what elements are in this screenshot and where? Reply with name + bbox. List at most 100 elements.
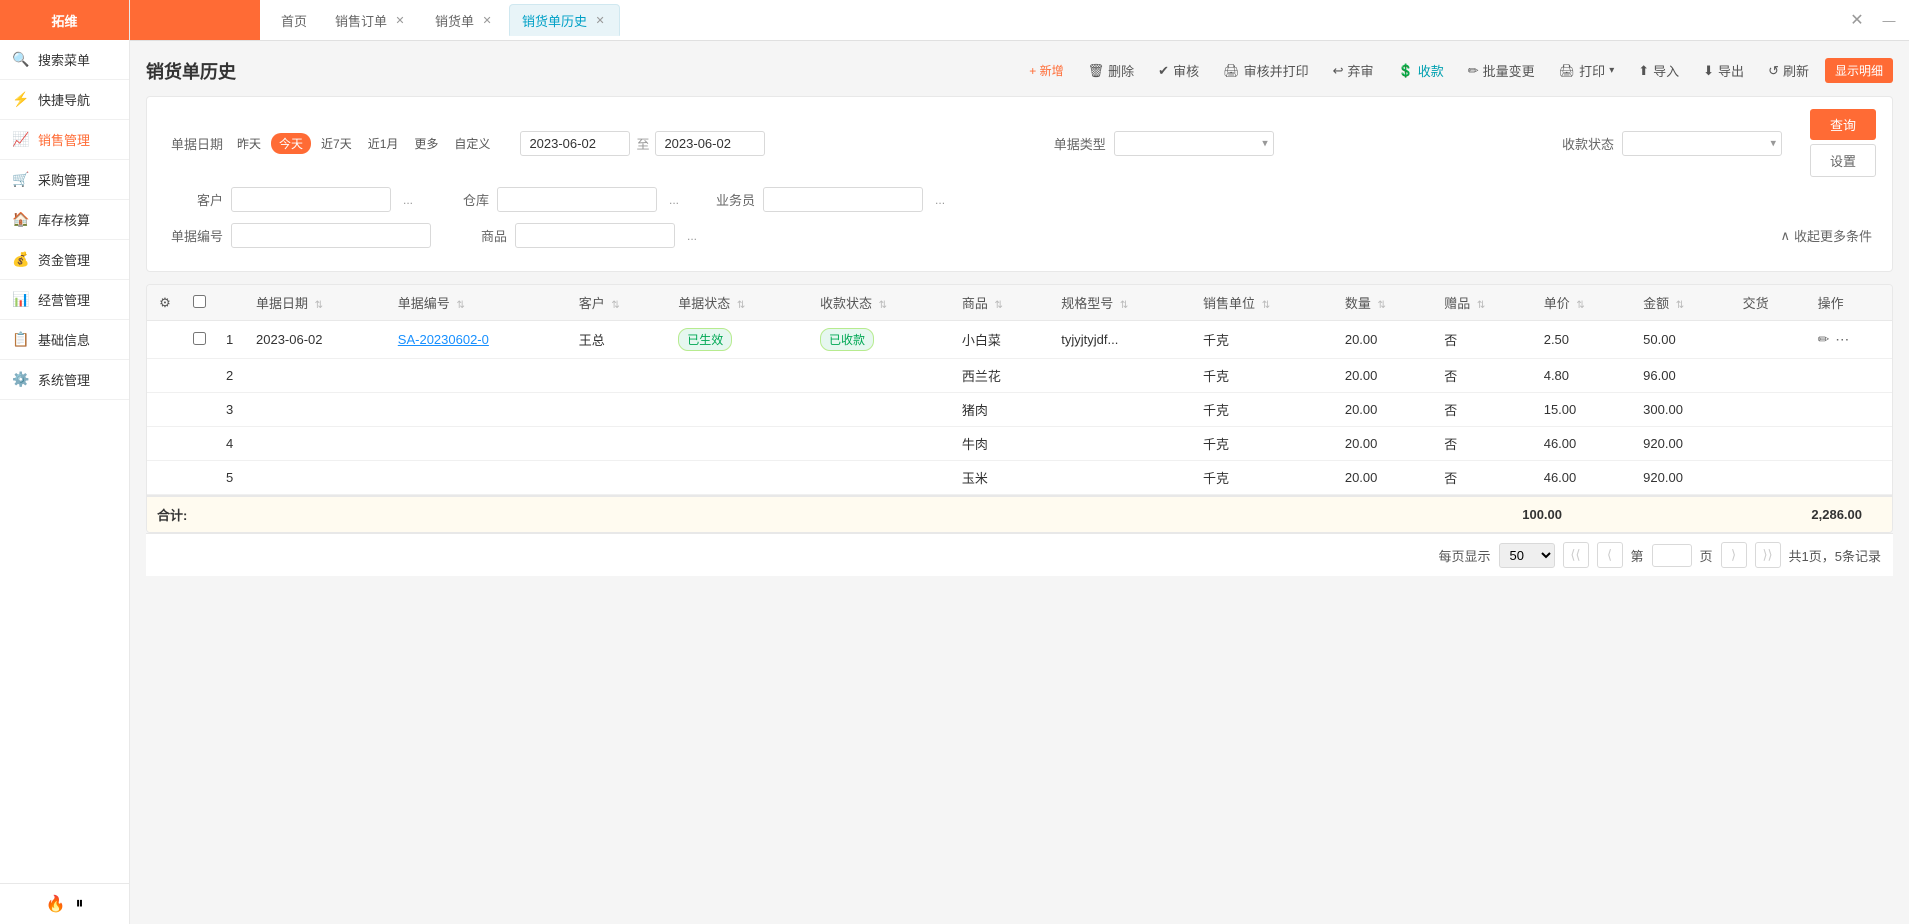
product-picker[interactable]: ... [687,229,697,243]
date-btn-custom[interactable]: 自定义 [448,133,496,154]
date-label: 单据日期 [163,134,223,153]
col-date[interactable]: 单据日期 ⇅ [246,285,388,321]
date-btn-today[interactable]: 今天 [271,133,311,154]
col-unit-price-sort-icon: ⇅ [1576,300,1584,311]
abandon-button[interactable]: ↩ 弃审 [1325,57,1382,84]
sidebar-item-sales-mgmt[interactable]: 📈 销售管理 [0,120,129,160]
sidebar-bottom-icon1[interactable]: 🔥 [46,894,66,914]
col-unit-price[interactable]: 单价 ⇅ [1534,285,1633,321]
col-unit[interactable]: 销售单位 ⇅ [1193,285,1335,321]
row5-product: 玉米 [952,461,1051,495]
window-close-button[interactable]: ✕ [1845,8,1869,32]
row5-order-status [668,461,810,495]
row4-unit: 千克 [1193,427,1335,461]
col-payment-status[interactable]: 收款状态 ⇅ [810,285,952,321]
row3-checkbox[interactable] [183,393,216,427]
pagination: 每页显示 50 100 ⟨⟨ ⟨ 第 1 页 ⟩ ⟩⟩ 共1页，5条记录 [146,533,1893,576]
row1-edit-icon[interactable]: ✏ [1818,331,1830,348]
sidebar-bottom-icon2[interactable]: ⏸ [75,895,83,913]
col-amount[interactable]: 金额 ⇅ [1633,285,1732,321]
date-btn-yesterday[interactable]: 昨天 [231,133,267,154]
import-button[interactable]: ⬆ 导入 [1630,57,1687,84]
date-to-input[interactable] [655,131,765,156]
row1-spec: tyjyjtyjdf... [1051,321,1193,359]
product-input[interactable] [515,223,675,248]
approve-button[interactable]: ✔ 审核 [1150,57,1207,84]
row1-more-icon[interactable]: ⋯ [1835,331,1849,348]
window-minimize-button[interactable]: — [1877,8,1901,32]
col-order-no[interactable]: 单据编号 ⇅ [388,285,569,321]
print-button[interactable]: 🖨 打印 ▾ [1551,57,1623,84]
collapse-button[interactable]: ∧ 收起更多条件 [1776,222,1876,249]
sidebar-item-purchase-mgmt[interactable]: 🛒 采购管理 [0,160,129,200]
col-gear[interactable]: ⚙ [147,285,183,321]
customer-input[interactable] [231,187,391,212]
order-no-input[interactable] [231,223,431,248]
page-last-button[interactable]: ⟩⟩ [1755,542,1781,568]
row5-checkbox[interactable] [183,461,216,495]
row5-amount: 920.00 [1633,461,1732,495]
tab-delivery-history-close[interactable]: ✕ [593,13,607,27]
sidebar-item-basic-info[interactable]: 📋 基础信息 [0,320,129,360]
delete-button[interactable]: 🗑 删除 [1080,57,1143,84]
page-prev-button[interactable]: ⟨ [1597,542,1623,568]
export-button[interactable]: ⬇ 导出 [1695,57,1752,84]
col-product[interactable]: 商品 ⇅ [952,285,1051,321]
new-button[interactable]: + 新增 [1021,58,1071,83]
row1-order-no[interactable]: SA-20230602-0 [388,321,569,359]
tab-sales-order-close[interactable]: ✕ [393,13,407,27]
sidebar-item-system[interactable]: ⚙️ 系统管理 [0,360,129,400]
date-separator: 至 [636,134,649,153]
settings-button[interactable]: 设置 [1810,144,1876,177]
col-gift[interactable]: 赠品 ⇅ [1434,285,1533,321]
batch-change-button[interactable]: ✏ 批量变更 [1460,57,1543,84]
col-spec[interactable]: 规格型号 ⇅ [1051,285,1193,321]
show-detail-button[interactable]: 显示明细 [1825,58,1893,83]
sidebar-item-inventory[interactable]: 🏠 库存核算 [0,200,129,240]
date-btn-more[interactable]: 更多 [408,133,444,154]
total-label: 共1页，5条记录 [1789,546,1881,565]
row1-check[interactable] [193,332,206,345]
col-customer[interactable]: 客户 ⇅ [569,285,668,321]
row5-unit: 千克 [1193,461,1335,495]
row2-checkbox[interactable] [183,359,216,393]
payment-status-select[interactable] [1622,131,1782,156]
tab-delivery-history[interactable]: 销货单历史 ✕ [509,4,620,36]
refresh-button[interactable]: ↺ 刷新 [1760,57,1817,84]
page-next-button[interactable]: ⟩ [1721,542,1747,568]
tab-sales-order[interactable]: 销售订单 ✕ [322,4,420,36]
col-qty[interactable]: 数量 ⇅ [1335,285,1434,321]
tab-home[interactable]: 首页 [268,4,320,36]
collect-button[interactable]: 💲 收款 [1390,57,1452,84]
staff-input[interactable] [763,187,923,212]
row1-order-no-link[interactable]: SA-20230602-0 [398,332,489,347]
staff-picker[interactable]: ... [935,193,945,207]
select-all-checkbox[interactable] [193,295,206,308]
tab-delivery-close[interactable]: ✕ [480,13,494,27]
sidebar-item-finance[interactable]: 💰 资金管理 [0,240,129,280]
page-number-input[interactable]: 1 [1652,544,1692,567]
type-select[interactable] [1114,131,1274,156]
warehouse-picker[interactable]: ... [669,193,679,207]
sidebar-item-operations[interactable]: 📊 经营管理 [0,280,129,320]
search-row-3: 单据编号 商品 ... ∧ 收起更多条件 [163,222,1876,249]
query-button[interactable]: 查询 [1810,109,1876,140]
table-row: 3 猪肉 千克 20.00 否 15.00 300.00 [147,393,1892,427]
page-first-button[interactable]: ⟨⟨ [1563,542,1589,568]
row3-trade [1733,393,1808,427]
col-checkbox[interactable] [183,285,216,321]
customer-picker[interactable]: ... [403,193,413,207]
date-from-input[interactable] [520,131,630,156]
sidebar-item-search-menu[interactable]: 🔍 搜索菜单 [0,40,129,80]
sidebar-item-quick-nav[interactable]: ⚡ 快捷导航 [0,80,129,120]
col-order-status[interactable]: 单据状态 ⇅ [668,285,810,321]
col-amount-sort-icon: ⇅ [1676,300,1684,311]
date-btn-7days[interactable]: 近7天 [315,133,358,154]
warehouse-input[interactable] [497,187,657,212]
row1-checkbox[interactable] [183,321,216,359]
row4-checkbox[interactable] [183,427,216,461]
tab-delivery[interactable]: 销货单 ✕ [422,4,507,36]
page-size-select[interactable]: 50 100 [1499,543,1555,568]
approve-print-button[interactable]: 🖨 审核并打印 [1215,57,1317,84]
date-btn-1month[interactable]: 近1月 [362,133,405,154]
